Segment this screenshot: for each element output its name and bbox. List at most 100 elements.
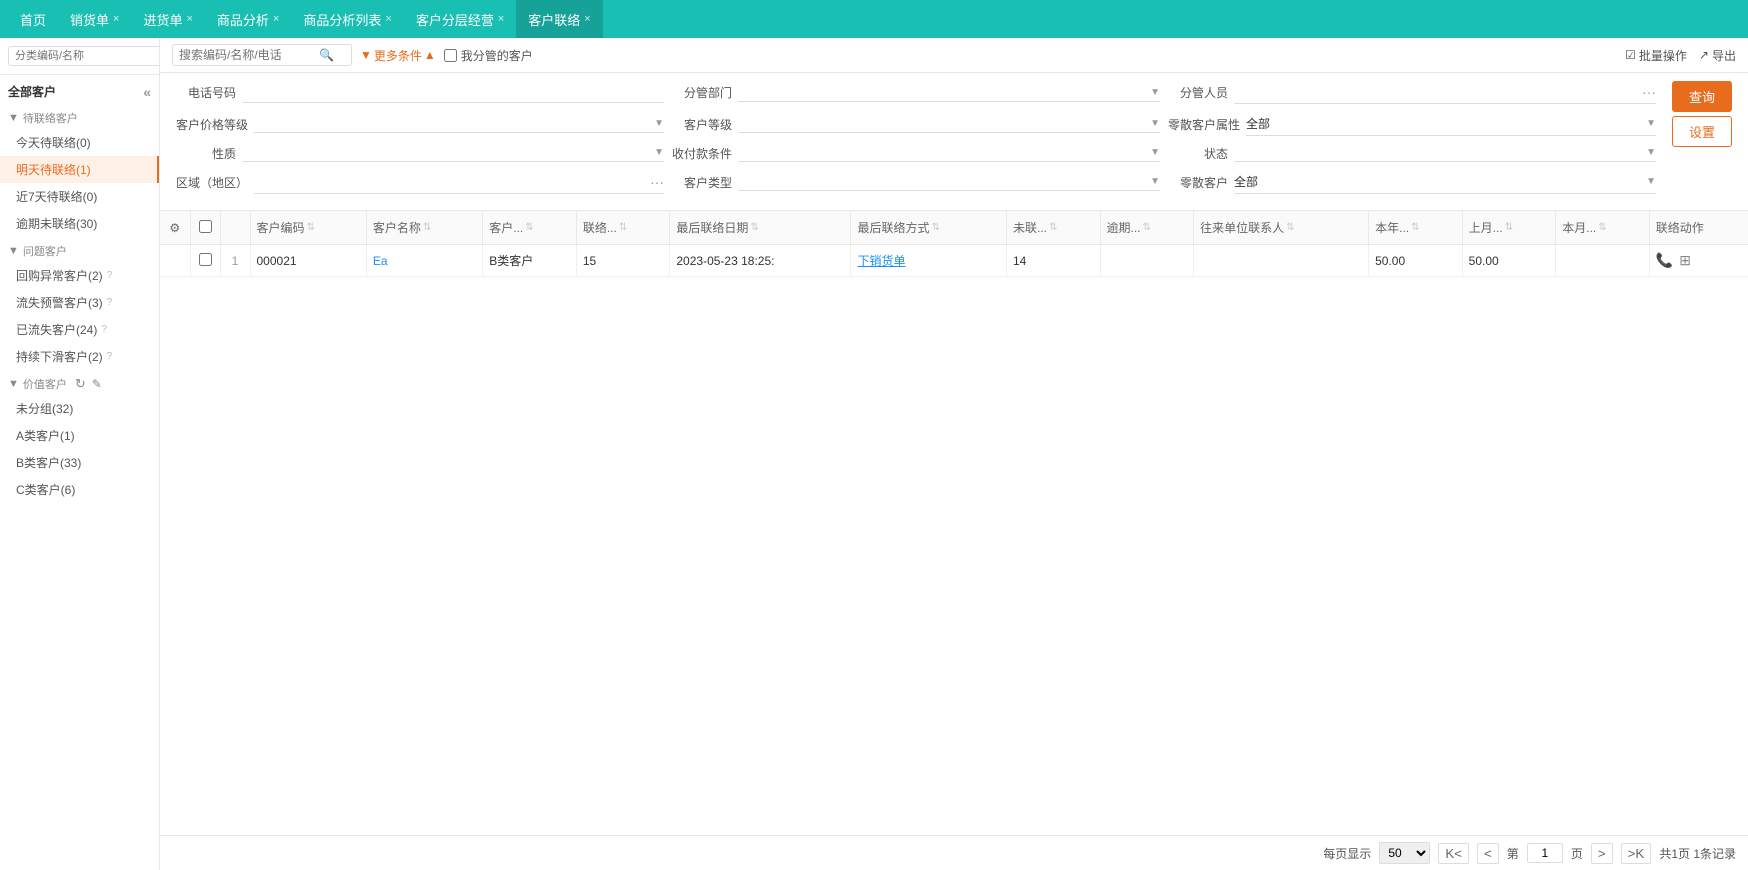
filter-search-input[interactable] <box>179 48 319 62</box>
sort-icon-year: ⇅ <box>1411 222 1419 233</box>
th-contact-count[interactable]: 联络...⇅ <box>576 211 670 245</box>
th-this-year[interactable]: 本年...⇅ <box>1369 211 1463 245</box>
dots-icon-person[interactable]: ··· <box>1642 84 1656 100</box>
sidebar-item-ungrouped[interactable]: 未分组(32) <box>0 395 159 422</box>
sidebar-collapse-icon[interactable]: « <box>143 84 151 100</box>
filter-select-ctype[interactable]: ▼ <box>738 173 1160 191</box>
row-customer-name[interactable]: Ea <box>366 245 482 277</box>
value-refresh-icon[interactable]: ↻ <box>75 376 86 392</box>
sidebar-item-class-a[interactable]: A类客户(1) <box>0 422 159 449</box>
chevron-down-ctype: ▼ <box>1150 176 1160 187</box>
chevron-down-nature: ▼ <box>654 147 664 158</box>
th-gear[interactable]: ⚙ <box>160 211 190 245</box>
th-no-contact[interactable]: 未联...⇅ <box>1006 211 1100 245</box>
filter-select-retail-attr[interactable]: 全部▼ <box>1246 112 1656 136</box>
gear-icon[interactable]: ⚙ <box>169 221 180 235</box>
sidebar-item-declining[interactable]: 持续下滑客户(2) ? <box>0 343 159 370</box>
nav-sales[interactable]: 销货单 × <box>58 0 131 38</box>
prev-page-button[interactable]: < <box>1477 843 1499 864</box>
row-select-checkbox[interactable] <box>199 253 212 266</box>
table-header-row: ⚙ 客户编码⇅ 客户名称⇅ 客户...⇅ <box>160 211 1748 245</box>
filter-select-status[interactable]: ▼ <box>1234 144 1656 162</box>
th-last-month[interactable]: 上月...⇅ <box>1462 211 1556 245</box>
th-customer-name[interactable]: 客户名称⇅ <box>366 211 482 245</box>
page-number-input[interactable] <box>1527 843 1563 863</box>
per-page-select[interactable]: 50 100 <box>1379 842 1430 864</box>
batch-operation-button[interactable]: ☑ 批量操作 <box>1625 47 1687 64</box>
filter-cell-level: 客户等级 ▼ <box>672 115 1160 133</box>
th-customer-type[interactable]: 客户...⇅ <box>483 211 577 245</box>
sidebar-item-churn-warning[interactable]: 流失预警客户(3) ? <box>0 289 159 316</box>
my-customers-checkbox[interactable] <box>444 49 457 62</box>
batch-icon: ☑ <box>1625 48 1636 62</box>
set-button[interactable]: 设置 <box>1672 116 1732 147</box>
first-page-button[interactable]: K< <box>1438 843 1469 864</box>
th-contact-action: 联络动作 <box>1649 211 1748 245</box>
filter-search-icon[interactable]: 🔍 <box>319 48 334 62</box>
row-last-contact-method[interactable]: 下销货单 <box>851 245 1007 277</box>
select-all-checkbox[interactable] <box>199 220 212 233</box>
contact-method-link[interactable]: 下销货单 <box>857 254 905 268</box>
nav-home[interactable]: 首页 <box>8 0 58 38</box>
sidebar-search-input[interactable] <box>8 46 160 66</box>
help-icon-declining[interactable]: ? <box>107 351 113 362</box>
nav-customer-contact-close[interactable]: × <box>584 13 590 25</box>
group-problem-customers[interactable]: ▼ 问题客户 <box>0 237 159 262</box>
nav-goods-analysis-list-close[interactable]: × <box>385 13 391 25</box>
help-icon-lost[interactable]: ? <box>101 324 107 335</box>
filter-select-person[interactable]: ··· <box>1234 81 1656 104</box>
nav-purchase-close[interactable]: × <box>186 13 192 25</box>
sidebar-item-repurchase-anomaly[interactable]: 回购异常客户(2) ? <box>0 262 159 289</box>
sort-icon-date: ⇅ <box>750 222 758 233</box>
th-last-contact-date[interactable]: 最后联络日期⇅ <box>670 211 851 245</box>
filter-select-dept[interactable]: ▼ <box>738 84 1160 102</box>
phone-action-icon[interactable]: 📞 <box>1656 252 1673 269</box>
next-page-button[interactable]: > <box>1591 843 1613 864</box>
sort-icon-contact: ⇅ <box>619 222 627 233</box>
th-customer-code[interactable]: 客户编码⇅ <box>250 211 366 245</box>
page-label: 第 <box>1507 845 1519 862</box>
th-last-contact-method[interactable]: 最后联络方式⇅ <box>851 211 1007 245</box>
sidebar-item-overdue[interactable]: 逾期未联络(30) <box>0 210 159 237</box>
filter-select-retail-customer[interactable]: 全部▼ <box>1234 170 1656 194</box>
filter-select-nature[interactable]: ▼ <box>242 144 664 162</box>
nav-goods-analysis-list[interactable]: 商品分析列表 × <box>291 0 403 38</box>
group-value-customers[interactable]: ▼ 价值客户 ↻ ✎ <box>0 370 159 395</box>
help-icon-repurchase[interactable]: ? <box>107 270 113 281</box>
more-action-icon[interactable]: ⊞ <box>1679 252 1691 269</box>
more-conditions-button[interactable]: ▼ 更多条件 ▲ <box>360 47 436 64</box>
last-page-button[interactable]: >K <box>1621 843 1652 864</box>
nav-customer-contact[interactable]: 客户联络 × <box>516 0 602 38</box>
nav-goods-analysis-close[interactable]: × <box>273 13 279 25</box>
sidebar-item-class-b[interactable]: B类客户(33) <box>0 449 159 476</box>
filter-cell-phone: 电话号码 <box>176 82 664 103</box>
th-overdue[interactable]: 逾期...⇅ <box>1100 211 1194 245</box>
filter-cell-price-level: 客户价格等级 ▼ <box>176 115 664 133</box>
export-button[interactable]: ↗ 导出 <box>1699 47 1736 64</box>
sidebar-item-class-c[interactable]: C类客户(6) <box>0 476 159 503</box>
th-this-month[interactable]: 本月...⇅ <box>1556 211 1650 245</box>
nav-purchase[interactable]: 进货单 × <box>131 0 204 38</box>
th-unit-contact[interactable]: 往来单位联系人⇅ <box>1194 211 1369 245</box>
filter-select-region[interactable]: ··· <box>254 171 664 194</box>
value-edit-icon[interactable]: ✎ <box>92 377 102 391</box>
filter-select-price-level[interactable]: ▼ <box>254 115 664 133</box>
filter-label-price-level: 客户价格等级 <box>176 116 248 133</box>
query-button[interactable]: 查询 <box>1672 81 1732 112</box>
nav-goods-analysis-label: 商品分析 <box>217 10 269 29</box>
nav-customer-tier[interactable]: 客户分层经营 × <box>404 0 516 38</box>
dots-icon-region[interactable]: ··· <box>650 174 664 190</box>
nav-sales-close[interactable]: × <box>113 13 119 25</box>
nav-customer-tier-close[interactable]: × <box>498 13 504 25</box>
filter-input-phone[interactable] <box>242 82 664 103</box>
sidebar-item-7days[interactable]: 近7天待联络(0) <box>0 183 159 210</box>
group-pending-contact[interactable]: ▼ 待联络客户 <box>0 104 159 129</box>
filter-select-level[interactable]: ▼ <box>738 115 1160 133</box>
help-icon-churn[interactable]: ? <box>107 297 113 308</box>
filter-select-payment[interactable]: ▼ <box>738 144 1160 162</box>
row-last-contact-date: 2023-05-23 18:25: <box>670 245 851 277</box>
sidebar-item-tomorrow[interactable]: 明天待联络(1) <box>0 156 159 183</box>
sidebar-item-today[interactable]: 今天待联络(0) <box>0 129 159 156</box>
sidebar-item-lost[interactable]: 已流失客户(24) ? <box>0 316 159 343</box>
nav-goods-analysis[interactable]: 商品分析 × <box>205 0 291 38</box>
